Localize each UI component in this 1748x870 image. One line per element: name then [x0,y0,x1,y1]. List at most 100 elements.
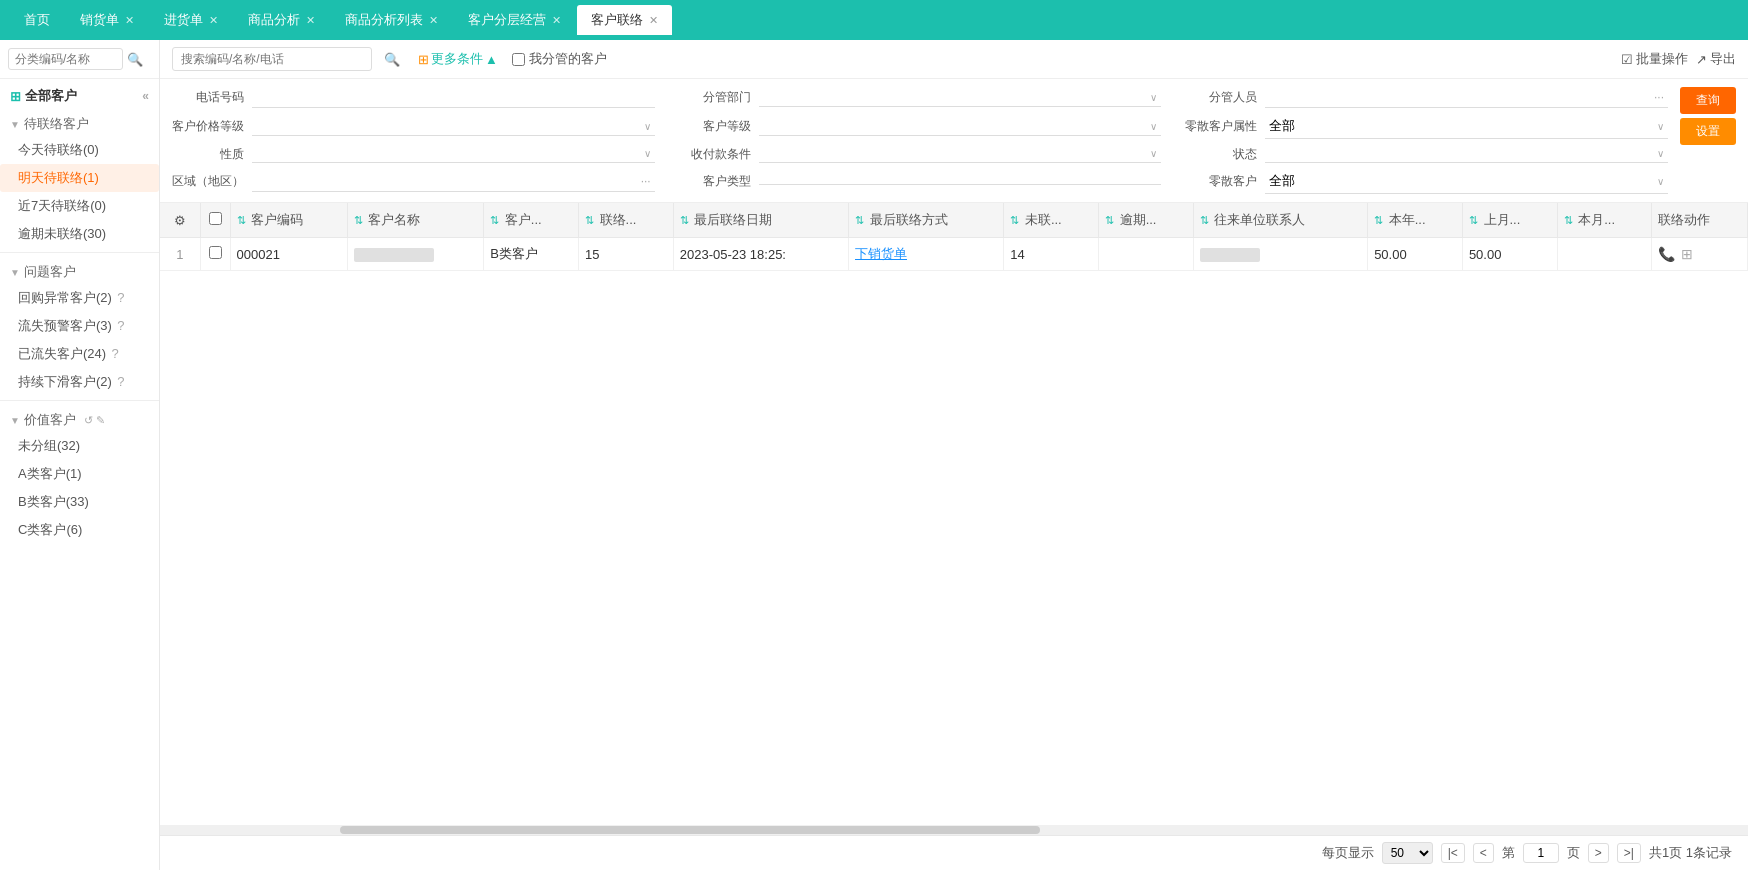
sort-icon[interactable]: ⇅ [680,214,689,226]
sort-icon[interactable]: ⇅ [1374,214,1383,226]
row-checkbox[interactable] [209,246,222,259]
sidebar-item-tomorrow-pending[interactable]: 明天待联络(1) [0,164,159,192]
pending-group-title: ▼ 待联络客户 [0,109,159,136]
main-layout: 🔍 ⊞ 全部客户 « ▼ 待联络客户 今天待联络(0) 明天待联络(1) 近7天… [0,40,1748,870]
batch-ops-button[interactable]: ☑ 批量操作 [1621,50,1688,68]
top-nav: 首页 销货单 ✕ 进货单 ✕ 商品分析 ✕ 商品分析列表 ✕ 客户分层经营 ✕ … [0,0,1748,40]
sidebar-item-class-c[interactable]: C类客户(6) [0,516,159,544]
close-icon[interactable]: ✕ [209,14,218,27]
sidebar-item-repurchase-abnormal[interactable]: 回购异常客户(2) ? [0,284,159,312]
sidebar-item-overdue-pending[interactable]: 逾期未联络(30) [0,220,159,248]
th-checkbox[interactable] [200,203,230,238]
sort-icon[interactable]: ⇅ [585,214,594,226]
horizontal-scrollbar[interactable] [160,825,1748,835]
sort-icon[interactable]: ⇅ [354,214,363,226]
sidebar-item-7days-pending[interactable]: 近7天待联络(0) [0,192,159,220]
sidebar-item-class-b[interactable]: B类客户(33) [0,488,159,516]
sort-icon[interactable]: ⇅ [1564,214,1573,226]
chevron-down-icon: ∨ [1657,148,1664,159]
per-page-select[interactable]: 50 100 200 [1382,842,1433,864]
query-button[interactable]: 查询 [1680,87,1736,114]
grid-action-icon[interactable]: ⊞ [1681,246,1693,262]
dept-select[interactable]: ∨ [759,89,1162,107]
payment-terms-select[interactable]: ∨ [759,145,1162,163]
nav-item-customer-contact[interactable]: 客户联络 ✕ [577,5,672,35]
nav-item-purchase[interactable]: 进货单 ✕ [150,5,232,35]
sort-icon[interactable]: ⇅ [490,214,499,226]
td-customer-code: 000021 [230,238,347,271]
sidebar-divider [0,252,159,253]
sort-icon[interactable]: ⇅ [1105,214,1114,226]
sidebar-search-input[interactable] [8,48,123,70]
sidebar-item-churn-warning[interactable]: 流失预警客户(3) ? [0,312,159,340]
retail-customer-select[interactable]: 全部 ∨ [1265,169,1668,194]
setup-button[interactable]: 设置 [1680,118,1736,145]
th-customer-name: ⇅ 客户名称 [347,203,484,238]
sidebar-search-area: 🔍 [0,40,159,79]
phone-action-icon[interactable]: 📞 [1658,246,1675,262]
th-actions: 联络动作 [1652,203,1748,238]
my-customers-checkbox-label[interactable]: 我分管的客户 [512,50,607,68]
customer-level-label: 客户等级 [679,118,759,135]
total-records-label: 共1页 1条记录 [1649,844,1732,862]
close-icon[interactable]: ✕ [552,14,561,27]
phone-field: 电话号码 [172,87,655,108]
sidebar-item-today-pending[interactable]: 今天待联络(0) [0,136,159,164]
first-page-button[interactable]: |< [1441,843,1465,863]
close-icon[interactable]: ✕ [649,14,658,27]
more-conditions-button[interactable]: ⊞ 更多条件 ▲ [412,46,504,72]
customer-type-select[interactable] [759,178,1162,185]
dept-field[interactable]: 分管部门 ∨ [679,89,1162,107]
phone-input[interactable] [252,87,655,108]
th-settings[interactable]: ⚙ [160,203,200,238]
last-page-button[interactable]: >| [1617,843,1641,863]
prev-page-button[interactable]: < [1473,843,1494,863]
manager-label: 分管人员 [1185,89,1265,106]
collapse-icon[interactable]: « [142,89,149,103]
value-group-title: ▼ 价值客户 ↺ ✎ [0,405,159,432]
my-customers-checkbox[interactable] [512,53,525,66]
sort-icon[interactable]: ⇅ [1200,214,1209,226]
td-last-contact-method[interactable]: 下销货单 [849,238,1004,271]
chevron-down-icon: ∨ [1150,148,1157,159]
status-select[interactable]: ∨ [1265,145,1668,163]
scrollbar-thumb[interactable] [340,826,1040,834]
close-icon[interactable]: ✕ [429,14,438,27]
sort-icon[interactable]: ⇅ [1010,214,1019,226]
filter-actions: ☑ 批量操作 ↗ 导出 [1621,50,1736,68]
search-icon[interactable]: 🔍 [380,48,404,71]
nature-select[interactable]: ∨ [252,145,655,163]
sidebar-item-declining[interactable]: 持续下滑客户(2) ? [0,368,159,396]
price-level-label: 客户价格等级 [172,118,252,135]
close-icon[interactable]: ✕ [125,14,134,27]
sidebar-item-ungrouped[interactable]: 未分组(32) [0,432,159,460]
page-input[interactable] [1523,843,1559,863]
chevron-down-icon: ∨ [644,148,651,159]
nav-item-analysis[interactable]: 商品分析 ✕ [234,5,329,35]
price-level-select[interactable]: ∨ [252,118,655,136]
nature-label: 性质 [172,146,252,163]
sidebar-search-icon[interactable]: 🔍 [127,52,143,67]
nav-item-analysis-list[interactable]: 商品分析列表 ✕ [331,5,452,35]
adv-filter-row2: 客户价格等级 ∨ 客户等级 ∨ [172,114,1668,139]
adv-filter-row4: 区域（地区） ··· 客户类型 [172,169,1668,194]
sort-icon[interactable]: ⇅ [1469,214,1478,226]
export-button[interactable]: ↗ 导出 [1696,50,1736,68]
sidebar-item-churned[interactable]: 已流失客户(24) ? [0,340,159,368]
close-icon[interactable]: ✕ [306,14,315,27]
customer-level-select[interactable]: ∨ [759,118,1162,136]
search-input[interactable] [172,47,372,71]
sort-icon[interactable]: ⇅ [237,214,246,226]
nav-item-customer-tier[interactable]: 客户分层经营 ✕ [454,5,575,35]
manager-field: 分管人员 ··· [1185,87,1668,108]
nav-item-sales[interactable]: 销货单 ✕ [66,5,148,35]
retail-attr-select[interactable]: 全部 ∨ [1265,114,1668,139]
select-all-checkbox[interactable] [209,212,222,225]
sidebar-item-class-a[interactable]: A类客户(1) [0,460,159,488]
next-page-button[interactable]: > [1588,843,1609,863]
region-select[interactable]: ··· [252,171,655,192]
td-checkbox[interactable] [200,238,230,271]
sort-icon[interactable]: ⇅ [855,214,864,226]
manager-select[interactable]: ··· [1265,87,1668,108]
nav-item-home[interactable]: 首页 [10,5,64,35]
